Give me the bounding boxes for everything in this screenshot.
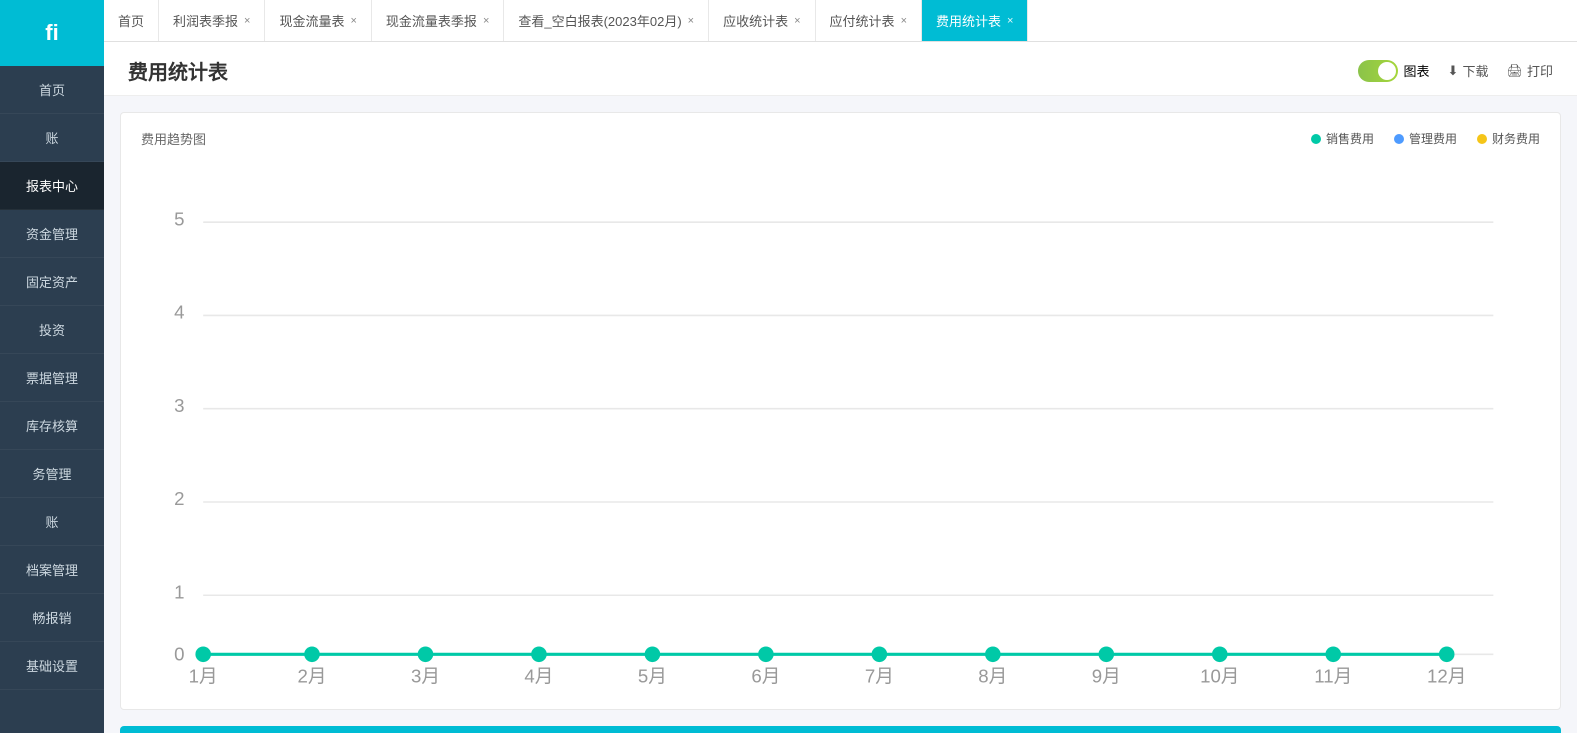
tab-expense[interactable]: 费用统计表 ×	[922, 0, 1028, 42]
sidebar-item-write-off[interactable]: 畅报销	[0, 594, 104, 642]
page-title: 费用统计表	[128, 56, 228, 85]
svg-text:12月: 12月	[1427, 665, 1466, 686]
download-icon: ⬇	[1448, 63, 1459, 79]
sidebar-item-basic-settings[interactable]: 基础设置	[0, 642, 104, 690]
download-label: 下载	[1462, 61, 1488, 80]
table-header-row: 费用类型 ‹ 1月 2月 3月 4月 5月	[120, 726, 1561, 733]
tab-cashflow-q-close[interactable]: ×	[483, 15, 489, 27]
tab-home-label: 首页	[118, 11, 144, 30]
sidebar-item-account[interactable]: 账	[0, 114, 104, 162]
sidebar-item-inventory[interactable]: 库存核算	[0, 402, 104, 450]
tab-expense-label: 费用统计表	[936, 11, 1001, 30]
legend-dot-finance	[1477, 134, 1487, 144]
tabs-bar: 首页 利润表季报 × 现金流量表 × 现金流量表季报 × 查看_空白报表(202…	[104, 0, 1577, 42]
table-section: 费用类型 ‹ 1月 2月 3月 4月 5月	[120, 726, 1561, 733]
svg-text:10月: 10月	[1200, 665, 1239, 686]
main-area: 首页 利润表季报 × 现金流量表 × 现金流量表季报 × 查看_空白报表(202…	[104, 0, 1577, 733]
legend-item-admin: 管理费用	[1394, 130, 1457, 147]
legend-label-sales: 销售费用	[1326, 130, 1374, 147]
sidebar-item-home[interactable]: 首页	[0, 66, 104, 114]
chart-title: 费用趋势图	[141, 129, 206, 148]
page-header: 费用统计表 图表 ⬇ 下载 🖨 打印	[104, 42, 1577, 96]
sidebar-item-fixed-assets[interactable]: 固定资产	[0, 258, 104, 306]
legend-dot-admin	[1394, 134, 1404, 144]
tab-profit-q[interactable]: 利润表季报 ×	[159, 0, 265, 42]
tab-expense-close[interactable]: ×	[1007, 15, 1013, 27]
svg-text:8月: 8月	[978, 665, 1007, 686]
sidebar-item-investment[interactable]: 投资	[0, 306, 104, 354]
tab-payable-label: 应付统计表	[830, 11, 895, 30]
sidebar: fi 首页 账 报表中心 资金管理 固定资产 投资 票据管理 库存核算 务管理 …	[0, 0, 104, 733]
tab-cashflow-q-label: 现金流量表季报	[386, 11, 477, 30]
sidebar-item-ticket-mgmt[interactable]: 票据管理	[0, 354, 104, 402]
print-label: 打印	[1527, 61, 1553, 80]
chart-header: 费用趋势图 销售费用 管理费用 财务费用	[141, 129, 1540, 148]
chart-toggle-wrapper: 图表	[1358, 60, 1430, 82]
tab-blank-report-label: 查看_空白报表(2023年02月)	[518, 11, 681, 30]
tab-cashflow-close[interactable]: ×	[350, 15, 356, 27]
svg-text:2月: 2月	[297, 665, 326, 686]
chart-canvas: 5 4 3 2 1 0	[141, 160, 1540, 689]
app-logo: fi	[0, 0, 104, 66]
svg-text:4月: 4月	[524, 665, 553, 686]
legend-label-admin: 管理费用	[1409, 130, 1457, 147]
svg-text:6月: 6月	[751, 665, 780, 686]
svg-text:5: 5	[174, 208, 184, 229]
sidebar-item-fund-mgmt[interactable]: 资金管理	[0, 210, 104, 258]
tab-receivable-label: 应收统计表	[723, 11, 788, 30]
sidebar-item-ledger[interactable]: 账	[0, 498, 104, 546]
chart-toggle[interactable]	[1358, 60, 1398, 82]
svg-text:4: 4	[174, 302, 184, 323]
tab-blank-report-close[interactable]: ×	[688, 15, 694, 27]
svg-text:1: 1	[174, 581, 184, 602]
tab-cashflow[interactable]: 现金流量表 ×	[265, 0, 371, 42]
sidebar-item-report-center[interactable]: 报表中心	[0, 162, 104, 210]
header-actions: 图表 ⬇ 下载 🖨 打印	[1358, 60, 1553, 82]
svg-text:3月: 3月	[411, 665, 440, 686]
svg-text:0: 0	[174, 644, 184, 665]
svg-text:5月: 5月	[638, 665, 667, 686]
svg-text:3: 3	[174, 395, 184, 416]
tab-home[interactable]: 首页	[104, 0, 159, 42]
page-content: 费用统计表 图表 ⬇ 下载 🖨 打印 费用趋势图	[104, 42, 1577, 733]
legend-label-finance: 财务费用	[1492, 130, 1540, 147]
svg-text:7月: 7月	[865, 665, 894, 686]
chart-legend: 销售费用 管理费用 财务费用	[1311, 130, 1540, 147]
legend-item-sales: 销售费用	[1311, 130, 1374, 147]
download-button[interactable]: ⬇ 下载	[1448, 61, 1489, 80]
svg-text:1月: 1月	[189, 665, 218, 686]
print-button[interactable]: 🖨 打印	[1506, 61, 1553, 80]
tab-cashflow-q[interactable]: 现金流量表季报 ×	[372, 0, 504, 42]
svg-text:11月: 11月	[1314, 665, 1352, 686]
tab-payable[interactable]: 应付统计表 ×	[816, 0, 922, 42]
tab-payable-close[interactable]: ×	[901, 15, 907, 27]
tab-receivable[interactable]: 应收统计表 ×	[709, 0, 815, 42]
legend-item-finance: 财务费用	[1477, 130, 1540, 147]
legend-dot-sales	[1311, 134, 1321, 144]
chart-svg: 5 4 3 2 1 0	[141, 160, 1540, 689]
sidebar-item-biz-mgmt[interactable]: 务管理	[0, 450, 104, 498]
print-icon: 🖨	[1506, 63, 1523, 79]
tab-blank-report[interactable]: 查看_空白报表(2023年02月) ×	[504, 0, 709, 42]
tab-cashflow-label: 现金流量表	[279, 11, 344, 30]
tab-profit-q-label: 利润表季报	[173, 11, 238, 30]
svg-text:9月: 9月	[1092, 665, 1121, 686]
tab-profit-q-close[interactable]: ×	[244, 15, 250, 27]
svg-text:2: 2	[174, 488, 184, 509]
tab-receivable-close[interactable]: ×	[794, 15, 800, 27]
chart-toggle-label: 图表	[1404, 61, 1430, 80]
chart-section: 费用趋势图 销售费用 管理费用 财务费用	[120, 112, 1561, 710]
sidebar-item-archive-mgmt[interactable]: 档案管理	[0, 546, 104, 594]
